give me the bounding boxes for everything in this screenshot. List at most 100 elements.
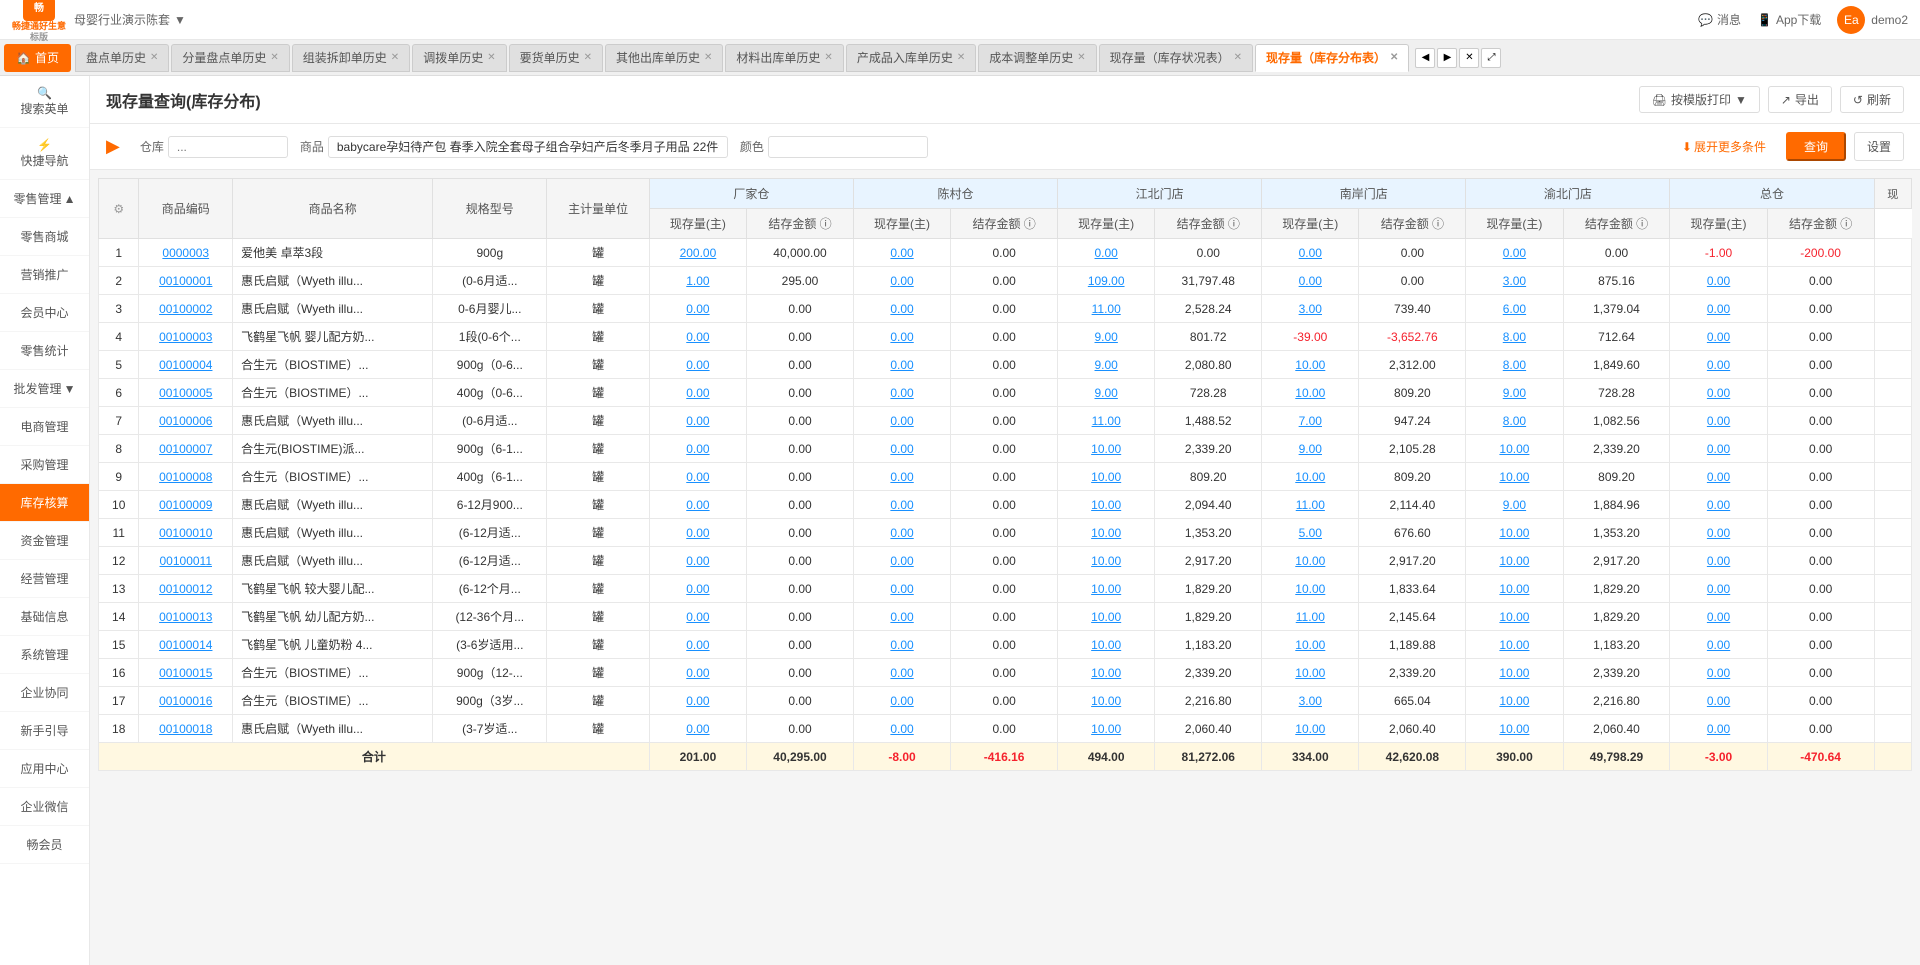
sidebar-item-marketing[interactable]: 营销推广 <box>0 256 89 294</box>
row-v-qty[interactable]: 0.00 <box>853 715 950 743</box>
row-v-qty[interactable]: 0.00 <box>853 603 950 631</box>
row-yb-qty[interactable]: 0.00 <box>1466 239 1563 267</box>
sidebar-item-guide[interactable]: 新手引导 <box>0 712 89 750</box>
query-btn[interactable]: 查询 <box>1786 132 1846 161</box>
row-yb-qty[interactable]: 8.00 <box>1466 323 1563 351</box>
row-yb-qty[interactable]: 10.00 <box>1466 463 1563 491</box>
tab-item-5[interactable]: 要货单历史 ✕ <box>509 44 603 72</box>
tab-close-4[interactable]: ✕ <box>487 52 495 63</box>
row-yb-qty[interactable]: 10.00 <box>1466 547 1563 575</box>
row-na-qty[interactable]: 10.00 <box>1262 463 1359 491</box>
print-btn[interactable]: 🖨 按模版打印 ▼ <box>1639 86 1760 113</box>
row-yb-qty[interactable]: 3.00 <box>1466 267 1563 295</box>
row-jb-qty[interactable]: 0.00 <box>1058 239 1155 267</box>
row-f-qty[interactable]: 0.00 <box>649 463 746 491</box>
row-na-qty[interactable]: 10.00 <box>1262 575 1359 603</box>
row-t-qty[interactable]: 0.00 <box>1670 295 1767 323</box>
tab-close-11[interactable]: ✕ <box>1390 52 1398 63</box>
row-f-qty[interactable]: 0.00 <box>649 519 746 547</box>
row-f-qty[interactable]: 0.00 <box>649 659 746 687</box>
sidebar-item-retail-stats[interactable]: 零售统计 <box>0 332 89 370</box>
row-na-qty[interactable]: 11.00 <box>1262 491 1359 519</box>
row-na-qty[interactable]: 5.00 <box>1262 519 1359 547</box>
row-yb-qty[interactable]: 9.00 <box>1466 491 1563 519</box>
row-f-qty[interactable]: 0.00 <box>649 631 746 659</box>
row-f-qty[interactable]: 0.00 <box>649 603 746 631</box>
row-jb-qty[interactable]: 11.00 <box>1058 295 1155 323</box>
row-na-qty[interactable]: 10.00 <box>1262 715 1359 743</box>
row-jb-qty[interactable]: 11.00 <box>1058 407 1155 435</box>
row-yb-qty[interactable]: 10.00 <box>1466 435 1563 463</box>
row-v-qty[interactable]: 0.00 <box>853 323 950 351</box>
row-v-qty[interactable]: 0.00 <box>853 575 950 603</box>
row-yb-qty[interactable]: 10.00 <box>1466 687 1563 715</box>
row-f-qty[interactable]: 0.00 <box>649 351 746 379</box>
row-jb-qty[interactable]: 10.00 <box>1058 659 1155 687</box>
row-t-qty[interactable]: 0.00 <box>1670 547 1767 575</box>
row-code[interactable]: 00100001 <box>139 267 233 295</box>
tab-close-1[interactable]: ✕ <box>150 52 158 63</box>
tab-close-8[interactable]: ✕ <box>957 52 965 63</box>
row-v-qty[interactable]: 0.00 <box>853 463 950 491</box>
row-t-qty[interactable]: -1.00 <box>1670 239 1767 267</box>
row-yb-qty[interactable]: 10.00 <box>1466 603 1563 631</box>
row-na-qty[interactable]: -39.00 <box>1262 323 1359 351</box>
row-code[interactable]: 00100014 <box>139 631 233 659</box>
row-code[interactable]: 00100004 <box>139 351 233 379</box>
settings-btn[interactable]: 设置 <box>1854 132 1904 161</box>
row-na-qty[interactable]: 3.00 <box>1262 687 1359 715</box>
row-na-qty[interactable]: 7.00 <box>1262 407 1359 435</box>
row-code[interactable]: 00100011 <box>139 547 233 575</box>
row-na-qty[interactable]: 10.00 <box>1262 379 1359 407</box>
sidebar-item-member[interactable]: 会员中心 <box>0 294 89 332</box>
row-jb-qty[interactable]: 10.00 <box>1058 547 1155 575</box>
row-yb-qty[interactable]: 9.00 <box>1466 379 1563 407</box>
row-t-qty[interactable]: 0.00 <box>1670 407 1767 435</box>
row-f-qty[interactable]: 200.00 <box>649 239 746 267</box>
row-v-qty[interactable]: 0.00 <box>853 407 950 435</box>
tab-scroll-right[interactable]: ▶ <box>1437 48 1457 68</box>
tab-item-11[interactable]: 现存量（库存分布表） ✕ <box>1255 44 1409 72</box>
row-t-qty[interactable]: 0.00 <box>1670 463 1767 491</box>
app-download-btn[interactable]: 📱 App下载 <box>1757 11 1821 28</box>
tab-item-9[interactable]: 成本调整单历史 ✕ <box>978 44 1096 72</box>
row-code[interactable]: 00100005 <box>139 379 233 407</box>
sidebar-item-operations[interactable]: 经营管理 <box>0 560 89 598</box>
row-code[interactable]: 00100008 <box>139 463 233 491</box>
row-code[interactable]: 00100012 <box>139 575 233 603</box>
row-v-qty[interactable]: 0.00 <box>853 351 950 379</box>
row-v-qty[interactable]: 0.00 <box>853 631 950 659</box>
row-code[interactable]: 00100018 <box>139 715 233 743</box>
row-jb-qty[interactable]: 10.00 <box>1058 603 1155 631</box>
row-t-qty[interactable]: 0.00 <box>1670 631 1767 659</box>
row-t-qty[interactable]: 0.00 <box>1670 435 1767 463</box>
row-f-qty[interactable]: 0.00 <box>649 687 746 715</box>
goods-input[interactable] <box>328 136 728 158</box>
row-f-qty[interactable]: 0.00 <box>649 323 746 351</box>
tab-close-all[interactable]: ✕ <box>1459 48 1479 68</box>
row-yb-qty[interactable]: 10.00 <box>1466 715 1563 743</box>
row-v-qty[interactable]: 0.00 <box>853 547 950 575</box>
col-settings[interactable]: ⚙ <box>99 179 139 239</box>
row-f-qty[interactable]: 0.00 <box>649 491 746 519</box>
row-jb-qty[interactable]: 9.00 <box>1058 379 1155 407</box>
tab-close-2[interactable]: ✕ <box>270 52 278 63</box>
tab-item-3[interactable]: 组装拆卸单历史 ✕ <box>292 44 410 72</box>
tab-close-7[interactable]: ✕ <box>824 52 832 63</box>
row-jb-qty[interactable]: 10.00 <box>1058 435 1155 463</box>
row-v-qty[interactable]: 0.00 <box>853 379 950 407</box>
row-t-qty[interactable]: 0.00 <box>1670 687 1767 715</box>
tab-item-7[interactable]: 材料出库单历史 ✕ <box>725 44 843 72</box>
filter-collapse-btn[interactable]: ▶ <box>106 136 120 157</box>
row-v-qty[interactable]: 0.00 <box>853 239 950 267</box>
row-jb-qty[interactable]: 109.00 <box>1058 267 1155 295</box>
row-code[interactable]: 0000003 <box>139 239 233 267</box>
tab-item-6[interactable]: 其他出库单历史 ✕ <box>605 44 723 72</box>
row-na-qty[interactable]: 11.00 <box>1262 603 1359 631</box>
row-t-qty[interactable]: 0.00 <box>1670 379 1767 407</box>
row-code[interactable]: 00100010 <box>139 519 233 547</box>
tab-close-6[interactable]: ✕ <box>704 52 712 63</box>
row-yb-qty[interactable]: 6.00 <box>1466 295 1563 323</box>
row-jb-qty[interactable]: 10.00 <box>1058 715 1155 743</box>
sidebar-item-wechat[interactable]: 企业微信 <box>0 788 89 826</box>
